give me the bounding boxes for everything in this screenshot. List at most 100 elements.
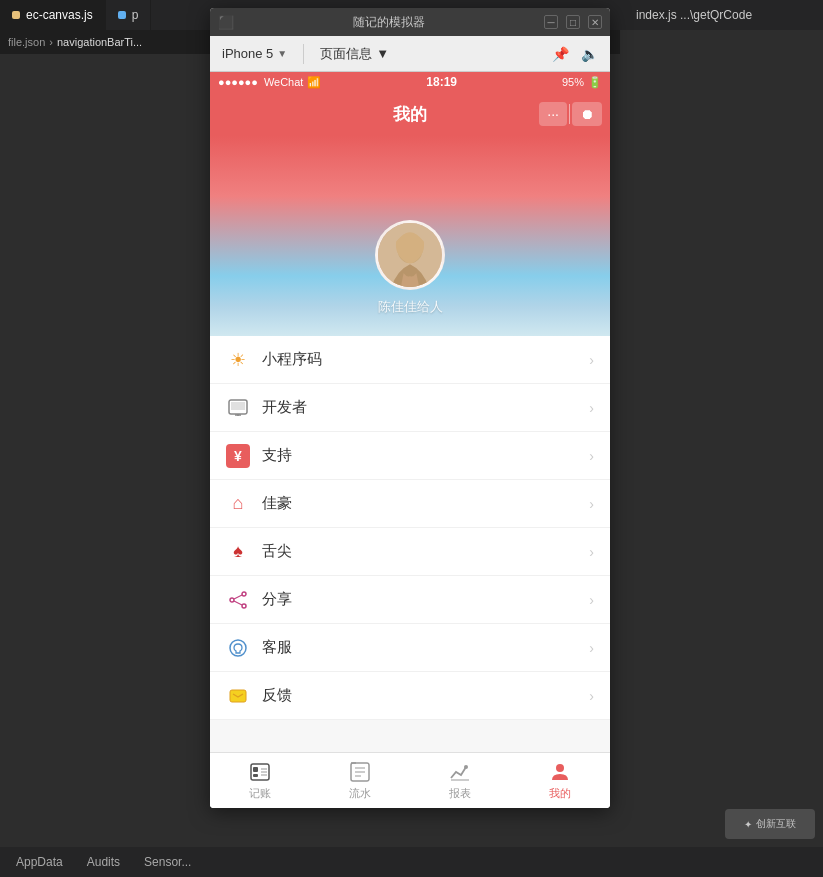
tab-label-ec-canvas: ec-canvas.js: [26, 8, 93, 22]
menu-item-tongue-tip[interactable]: ♠ 舌尖 ›: [210, 528, 610, 576]
bottom-item-appdata[interactable]: AppData: [16, 855, 63, 869]
menu-item-support[interactable]: ¥ 支持 ›: [210, 432, 610, 480]
tab-item-bookkeeping[interactable]: 记账: [210, 753, 310, 808]
tab-label-index-js: index.js ...\getQrCode: [636, 8, 752, 22]
record-button[interactable]: ⏺: [572, 102, 602, 126]
tab-icon-p: [118, 11, 126, 19]
menu-item-jiahao[interactable]: ⌂ 佳豪 ›: [210, 480, 610, 528]
menu-item-customer-service[interactable]: 客服 ›: [210, 624, 610, 672]
svg-point-23: [464, 765, 468, 769]
record-icon: ⏺: [580, 106, 594, 122]
simulator-titlebar: ⬛ 随记的模拟器 ─ □ ✕: [210, 8, 610, 36]
svg-point-25: [556, 764, 564, 772]
tab-ec-canvas[interactable]: ec-canvas.js: [0, 0, 106, 30]
tab-label-p: p: [132, 8, 139, 22]
tab-index-js[interactable]: index.js ...\getQrCode: [620, 0, 823, 30]
simulator-window: ⬛ 随记的模拟器 ─ □ ✕ iPhone 5 ▼ 页面信息 ▼ 📌 🔈 ●●●…: [210, 8, 610, 808]
page-info-label: 页面信息: [320, 45, 372, 63]
tab-label-bookkeeping: 记账: [249, 786, 271, 801]
watermark-icon: ✦: [744, 819, 752, 830]
sound-icon[interactable]: 🔈: [581, 46, 598, 62]
menu-item-developer[interactable]: 开发者 ›: [210, 384, 610, 432]
share-icon: [226, 588, 250, 612]
chevron-icon-share: ›: [589, 592, 594, 608]
chevron-icon-feedback: ›: [589, 688, 594, 704]
status-right: 95% 🔋: [562, 76, 602, 89]
jiahao-icon: ⌂: [226, 492, 250, 516]
developer-icon: [226, 396, 250, 420]
support-icon: ¥: [226, 444, 250, 468]
avatar[interactable]: [375, 220, 445, 290]
tab-label-report: 报表: [449, 786, 471, 801]
status-time: 18:19: [426, 75, 457, 89]
menu-label-mini-program-code: 小程序码: [262, 350, 577, 369]
menu-label-customer-service: 客服: [262, 638, 577, 657]
window-controls: ⬛: [218, 15, 234, 30]
signal-dots: ●●●●●●: [218, 76, 258, 88]
bottom-item-audits[interactable]: Audits: [87, 855, 120, 869]
menu-item-feedback[interactable]: 反馈 ›: [210, 672, 610, 720]
menu-label-jiahao: 佳豪: [262, 494, 577, 513]
nav-title: 我的: [393, 103, 427, 126]
status-left: ●●●●●● WeChat 📶: [218, 76, 321, 89]
nav-bar: 我的 ··· ⏺: [210, 92, 610, 136]
more-button[interactable]: ···: [539, 102, 567, 126]
menu-list: ☀ 小程序码 › 开发者 › ¥ 支持 ›: [210, 336, 610, 752]
simulator-toolbar: iPhone 5 ▼ 页面信息 ▼ 📌 🔈: [210, 36, 610, 72]
chevron-icon-customer-service: ›: [589, 640, 594, 656]
nav-icon-divider: [569, 104, 570, 124]
window-buttons[interactable]: ─ □ ✕: [544, 15, 602, 29]
svg-point-6: [242, 592, 246, 596]
toolbar-icons: 📌 🔈: [552, 46, 598, 62]
phone-screen: ●●●●●● WeChat 📶 18:19 95% 🔋 我的 ··· ⏺: [210, 72, 610, 808]
simulator-title: 随记的模拟器: [234, 14, 544, 31]
chevron-icon-support: ›: [589, 448, 594, 464]
svg-line-9: [234, 595, 242, 599]
svg-rect-15: [253, 774, 258, 777]
battery-icon: 🔋: [588, 76, 602, 89]
minimize-button[interactable]: ─: [544, 15, 558, 29]
device-chevron-icon: ▼: [277, 48, 287, 59]
chevron-icon-mini-program-code: ›: [589, 352, 594, 368]
watermark-text: 创新互联: [756, 817, 796, 831]
bottom-item-sensor[interactable]: Sensor...: [144, 855, 191, 869]
mine-icon: [548, 760, 572, 784]
chevron-icon-jiahao: ›: [589, 496, 594, 512]
tab-p[interactable]: p: [106, 0, 152, 30]
breadcrumb-file: file.json: [8, 36, 45, 48]
svg-point-8: [242, 604, 246, 608]
menu-label-developer: 开发者: [262, 398, 577, 417]
maximize-button[interactable]: □: [566, 15, 580, 29]
toolbar-divider: [303, 44, 304, 64]
tab-item-flow[interactable]: 流水: [310, 753, 410, 808]
menu-item-mini-program-code[interactable]: ☀ 小程序码 ›: [210, 336, 610, 384]
bottom-bar: AppData Audits Sensor...: [0, 847, 823, 877]
bookkeeping-icon: [248, 760, 272, 784]
mini-program-code-icon: ☀: [226, 348, 250, 372]
tab-icon-ec-canvas: [12, 11, 20, 19]
svg-rect-3: [231, 402, 245, 410]
tongue-tip-icon: ♠: [226, 540, 250, 564]
more-icon: ···: [547, 106, 559, 122]
svg-rect-14: [253, 767, 258, 772]
menu-label-tongue-tip: 舌尖: [262, 542, 577, 561]
tab-label-flow: 流水: [349, 786, 371, 801]
tab-item-mine[interactable]: 我的: [510, 753, 610, 808]
device-selector[interactable]: iPhone 5 ▼: [222, 46, 287, 61]
tab-item-report[interactable]: 报表: [410, 753, 510, 808]
tab-bar: 记账 流水: [210, 752, 610, 808]
pin-icon[interactable]: 📌: [552, 46, 569, 62]
breadcrumb-separator: ›: [49, 36, 53, 48]
menu-item-share[interactable]: 分享 ›: [210, 576, 610, 624]
username: 陈佳佳给人: [378, 298, 443, 316]
customer-service-icon: [226, 636, 250, 660]
chevron-icon-tongue-tip: ›: [589, 544, 594, 560]
svg-point-7: [230, 598, 234, 602]
report-icon: [448, 760, 472, 784]
menu-label-feedback: 反馈: [262, 686, 577, 705]
page-info-button[interactable]: 页面信息 ▼: [320, 45, 389, 63]
tab-label-mine: 我的: [549, 786, 571, 801]
close-button[interactable]: ✕: [588, 15, 602, 29]
status-bar: ●●●●●● WeChat 📶 18:19 95% 🔋: [210, 72, 610, 92]
svg-line-10: [234, 601, 242, 605]
